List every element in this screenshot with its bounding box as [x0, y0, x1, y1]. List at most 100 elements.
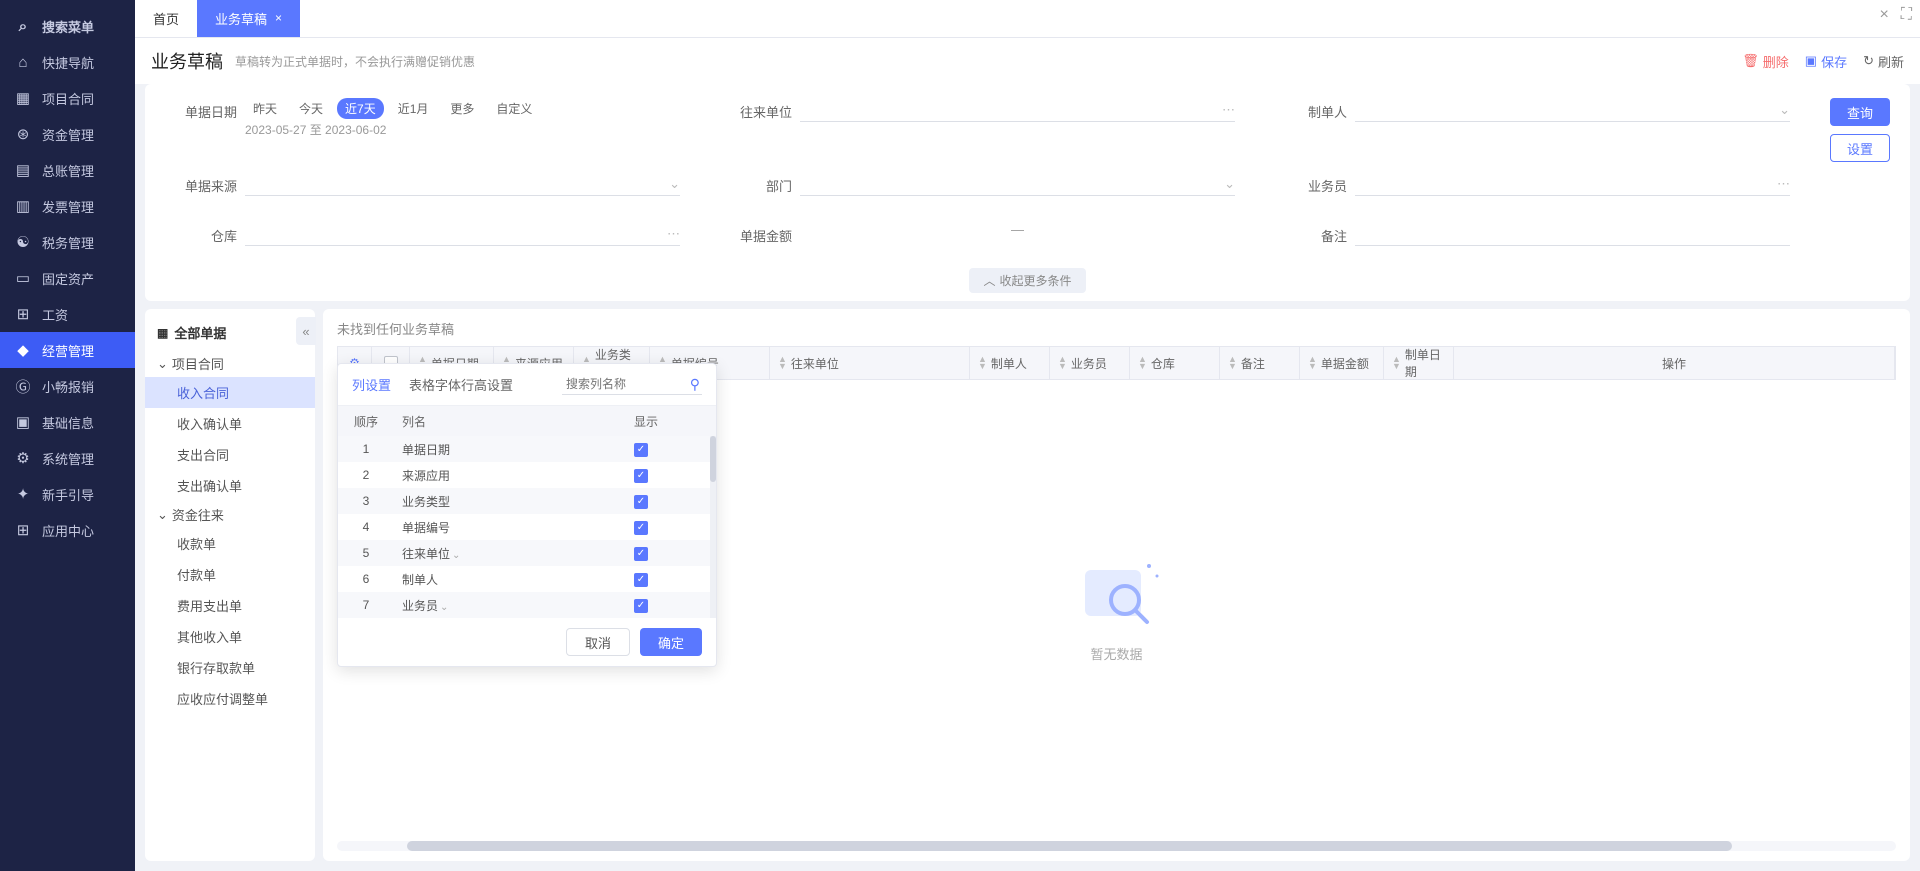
sidebar-item-0[interactable]: ⌂快捷导航: [0, 44, 135, 80]
search-icon[interactable]: ⚲: [690, 376, 700, 393]
save-button[interactable]: ▣保存: [1805, 52, 1847, 71]
sidebar-item-3[interactable]: ▤ 总账管理: [0, 152, 135, 188]
sidebar-icon: ▥: [14, 197, 32, 215]
note-input[interactable]: [1355, 222, 1790, 246]
trash-icon: 🗑: [1742, 53, 1759, 69]
show-checkbox[interactable]: ✓: [634, 547, 648, 561]
sidebar-item-label: 应用中心: [42, 521, 94, 540]
sidebar-item-2[interactable]: ⊛资金管理: [0, 116, 135, 152]
sidebar-item-10[interactable]: ▣基础信息: [0, 404, 135, 440]
window-close-icon[interactable]: ×: [1879, 6, 1888, 24]
show-checkbox[interactable]: ✓: [634, 573, 648, 587]
show-checkbox[interactable]: ✓: [634, 521, 648, 535]
show-checkbox[interactable]: ✓: [634, 599, 648, 613]
popover-row[interactable]: 3业务类型✓: [338, 488, 716, 514]
refresh-button[interactable]: ↻刷新: [1863, 52, 1904, 71]
tree-leaf-1-0[interactable]: 收款单: [145, 528, 315, 559]
tree-leaf-1-2[interactable]: 费用支出单: [145, 590, 315, 621]
popover-row[interactable]: 2来源应用✓: [338, 462, 716, 488]
sidebar-item-6[interactable]: ▭固定资产: [0, 260, 135, 296]
fullscreen-icon[interactable]: ⛶: [1901, 6, 1912, 24]
warehouse-input[interactable]: ⋯: [245, 222, 680, 246]
sidebar-item-5[interactable]: ☯税务管理: [0, 224, 135, 260]
tree-collapse-button[interactable]: «: [296, 317, 316, 345]
date-option-5[interactable]: 自定义: [488, 98, 540, 119]
unit-input[interactable]: ⋯: [800, 98, 1235, 122]
popover-tab-columns[interactable]: 列设置: [352, 375, 391, 394]
sidebar-item-1[interactable]: ▦项目合同: [0, 80, 135, 116]
date-option-3[interactable]: 近1月: [390, 98, 437, 119]
col-unit[interactable]: ▲▼往来单位: [770, 347, 970, 379]
search-menu[interactable]: ⌕ 搜索菜单: [0, 8, 135, 44]
tree-leaf-0-2[interactable]: 支出合同: [145, 439, 315, 470]
popover-scrollbar[interactable]: [710, 436, 716, 618]
sidebar-item-label: 工资: [42, 305, 68, 324]
show-checkbox[interactable]: ✓: [634, 495, 648, 509]
category-tree: ▦ 全部单据 « ⌄项目合同收入合同收入确认单支出合同支出确认单⌄资金往来收款单…: [145, 309, 315, 861]
sidebar-item-4[interactable]: ▥发票管理: [0, 188, 135, 224]
sidebar-icon: ▤: [14, 161, 32, 179]
chevron-down-icon: ⌄: [440, 602, 448, 613]
tab-active[interactable]: 业务草稿 ×: [197, 0, 300, 37]
amount-range[interactable]: —: [800, 222, 1235, 237]
sidebar-icon: ✦: [14, 485, 32, 503]
h-scrollbar[interactable]: [337, 841, 1896, 851]
sidebar-item-8[interactable]: ◆经营管理: [0, 332, 135, 368]
tree-leaf-1-3[interactable]: 其他收入单: [145, 621, 315, 652]
label-unit: 往来单位: [720, 98, 792, 121]
popover-cancel-button[interactable]: 取消: [566, 628, 630, 656]
tab-home[interactable]: 首页: [135, 0, 197, 37]
settings-button[interactable]: 设置: [1830, 134, 1890, 162]
query-button[interactable]: 查询: [1830, 98, 1890, 126]
collapse-filters[interactable]: ︿ 收起更多条件: [969, 268, 1085, 293]
show-checkbox[interactable]: ✓: [634, 443, 648, 457]
tree-leaf-0-1[interactable]: 收入确认单: [145, 408, 315, 439]
sidebar-item-11[interactable]: ⚙系统管理: [0, 440, 135, 476]
tree-leaf-0-0[interactable]: 收入合同: [145, 377, 315, 408]
date-option-4[interactable]: 更多: [442, 98, 482, 119]
col-note[interactable]: ▲▼备注: [1220, 347, 1300, 379]
sidebar-icon: ▭: [14, 269, 32, 287]
tree-leaf-0-3[interactable]: 支出确认单: [145, 470, 315, 501]
popover-tab-font[interactable]: 表格字体行高设置: [409, 375, 513, 394]
col-warehouse[interactable]: ▲▼仓库: [1130, 347, 1220, 379]
date-option-1[interactable]: 今天: [291, 98, 331, 119]
tree-group-1[interactable]: ⌄资金往来: [145, 501, 315, 528]
popover-row[interactable]: 1单据日期✓: [338, 436, 716, 462]
maker-select[interactable]: ⌄: [1355, 98, 1790, 122]
delete-button[interactable]: 🗑删除: [1742, 52, 1789, 71]
empty-illustration: [1067, 552, 1167, 632]
show-checkbox[interactable]: ✓: [634, 469, 648, 483]
date-option-2[interactable]: 近7天: [337, 98, 384, 119]
col-amount[interactable]: ▲▼单据金额: [1300, 347, 1384, 379]
chevron-down-icon: ⌄: [1779, 102, 1790, 118]
sidebar-item-12[interactable]: ✦新手引导: [0, 476, 135, 512]
tree-leaf-1-4[interactable]: 银行存取款单: [145, 652, 315, 683]
sidebar-item-7[interactable]: ⊞工资: [0, 296, 135, 332]
tree-leaf-1-1[interactable]: 付款单: [145, 559, 315, 590]
tree-leaf-1-5[interactable]: 应收应付调整单: [145, 683, 315, 714]
col-makedate[interactable]: ▲▼制单日期: [1384, 347, 1454, 379]
col-maker[interactable]: ▲▼制单人: [970, 347, 1050, 379]
popover-header: 顺序 列名 显示: [338, 406, 716, 436]
sidebar-item-9[interactable]: Ⓖ小畅报销: [0, 368, 135, 404]
popover-ok-button[interactable]: 确定: [640, 628, 702, 656]
dept-select[interactable]: ⌄: [800, 172, 1235, 196]
sidebar-item-label: 小畅报销: [42, 377, 94, 396]
popover-search-input[interactable]: [562, 374, 702, 395]
popover-row[interactable]: 5往来单位⌄✓: [338, 540, 716, 566]
sidebar-item-13[interactable]: ⊞应用中心: [0, 512, 135, 548]
col-operator[interactable]: ▲▼业务员: [1050, 347, 1130, 379]
close-icon[interactable]: ×: [275, 11, 282, 25]
tree-group-0[interactable]: ⌄项目合同: [145, 350, 315, 377]
popover-row[interactable]: 7业务员⌄✓: [338, 592, 716, 618]
popover-row[interactable]: 6制单人✓: [338, 566, 716, 592]
date-option-0[interactable]: 昨天: [245, 98, 285, 119]
more-icon: ⋯: [667, 226, 680, 242]
operator-input[interactable]: ⋯: [1355, 172, 1790, 196]
source-select[interactable]: ⌄: [245, 172, 680, 196]
sidebar-icon: ⚙: [14, 449, 32, 467]
tree-head[interactable]: ▦ 全部单据: [145, 319, 315, 350]
popover-row[interactable]: 4单据编号✓: [338, 514, 716, 540]
sidebar-item-label: 总账管理: [42, 161, 94, 180]
